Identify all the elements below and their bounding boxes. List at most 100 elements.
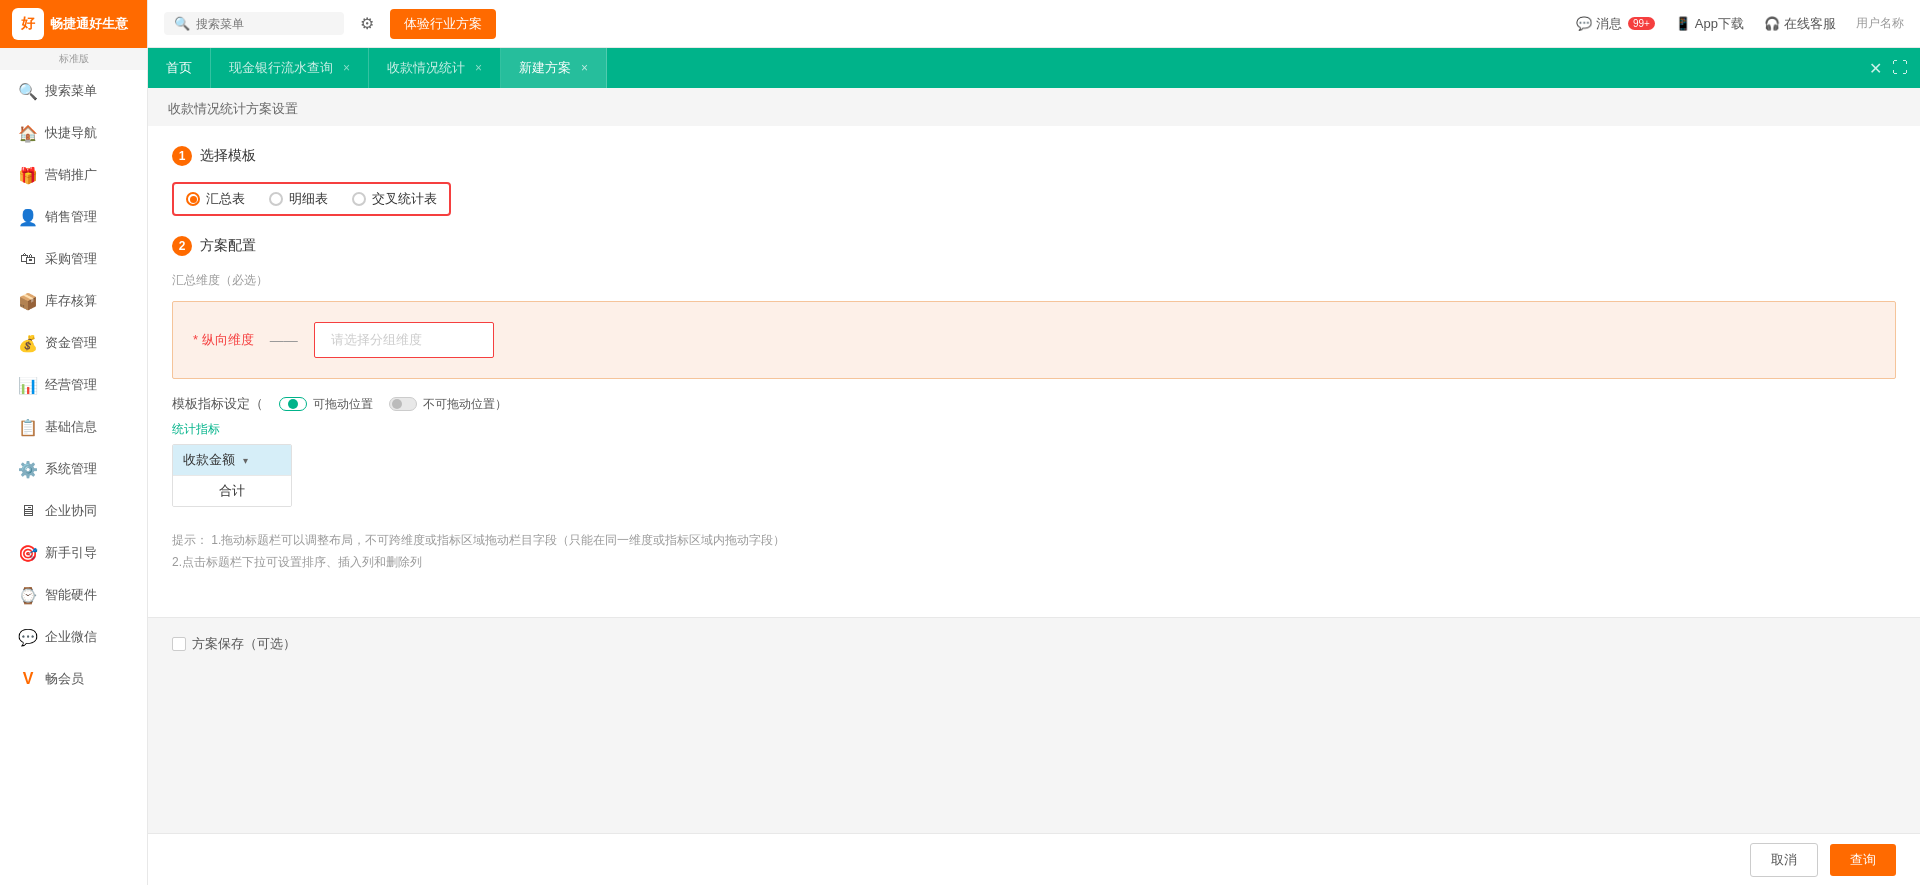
radio-summary[interactable]: [186, 192, 200, 206]
radio-cross[interactable]: [352, 192, 366, 206]
sidebar-item-search[interactable]: 🔍 搜索菜单: [0, 70, 147, 112]
metrics-table: 收款金额 ▾ 合计: [172, 444, 292, 507]
service-icon: 🎧: [1764, 16, 1780, 31]
tab-cashbank-close[interactable]: ×: [343, 61, 350, 75]
notification-label: 消息: [1596, 15, 1622, 33]
tab-cashbank[interactable]: 现金银行流水查询 ×: [211, 48, 369, 88]
dimension-title-label: 汇总维度（必选）: [172, 272, 1896, 289]
person-icon: 👤: [19, 208, 37, 226]
sidebar: 好 畅捷通好生意 标准版 🔍 搜索菜单 🏠 快捷导航 🎁 营销推广 👤 销售管理…: [0, 0, 148, 885]
gear-icon: ⚙️: [19, 460, 37, 478]
chart-icon: 📊: [19, 376, 37, 394]
form-container: 1 选择模板 汇总表 明细表 交叉统计表: [148, 126, 1920, 617]
radio-detail[interactable]: [269, 192, 283, 206]
tab-newplan-close[interactable]: ×: [581, 61, 588, 75]
trial-button[interactable]: 体验行业方案: [390, 9, 496, 39]
search-topbar-icon: 🔍: [174, 16, 190, 31]
online-service-button[interactable]: 🎧 在线客服: [1764, 15, 1836, 33]
legend-nondraggable: 不可拖动位置）: [389, 396, 507, 413]
metrics-body-cell: 合计: [173, 475, 291, 506]
bag-icon: 🛍: [19, 250, 37, 268]
sidebar-item-sysmgmt[interactable]: ⚙️ 系统管理: [0, 448, 147, 490]
metrics-body-text: 合计: [219, 483, 245, 498]
app-download-label: App下载: [1695, 15, 1744, 33]
sidebar-badge-label: 标准版: [0, 48, 147, 70]
nondraggable-icon: [389, 397, 417, 411]
app-download-button[interactable]: 📱 App下载: [1675, 15, 1744, 33]
draggable-icon: [279, 397, 307, 411]
metrics-legend: 模板指标设定（ 可拖动位置 不可拖动位置）: [172, 395, 1896, 413]
sidebar-item-member[interactable]: V 畅会员: [0, 658, 147, 700]
monitor-icon: 🖥: [19, 502, 37, 520]
tabbar-close-all[interactable]: ✕: [1869, 59, 1882, 78]
sidebar-item-sales[interactable]: 👤 销售管理: [0, 196, 147, 238]
tabbar: 首页 现金银行流水查询 × 收款情况统计 × 新建方案 × ✕ ⛶: [148, 48, 1920, 88]
tab-newplan[interactable]: 新建方案 ×: [501, 48, 607, 88]
tip1-text: 提示： 1.拖动标题栏可以调整布局，不可跨维度或指标区域拖动栏目字段（只能在同一…: [172, 530, 1896, 552]
template-option-summary[interactable]: 汇总表: [186, 190, 245, 208]
template-cross-label: 交叉统计表: [372, 190, 437, 208]
sidebar-item-label-quicknav: 快捷导航: [45, 124, 97, 142]
tab-receiptstats-close[interactable]: ×: [475, 61, 482, 75]
box-icon: 📦: [19, 292, 37, 310]
chevron-down-icon[interactable]: ▾: [243, 455, 248, 466]
section2-title: 2 方案配置: [172, 236, 1896, 256]
sidebar-item-quicknav[interactable]: 🏠 快捷导航: [0, 112, 147, 154]
metrics-section-label: 统计指标: [172, 421, 1896, 438]
tab-home-label: 首页: [166, 59, 192, 77]
sidebar-item-newbie[interactable]: 🎯 新手引导: [0, 532, 147, 574]
sidebar-item-marketing[interactable]: 🎁 营销推广: [0, 154, 147, 196]
section-planconfig: 2 方案配置 汇总维度（必选） * 纵向维度 —— 请选择分组维度: [172, 236, 1896, 581]
sidebar-item-finance[interactable]: 💰 资金管理: [0, 322, 147, 364]
sidebar-item-weixin[interactable]: 💬 企业微信: [0, 616, 147, 658]
section1-title: 1 选择模板: [172, 146, 1896, 166]
save-checkbox[interactable]: [172, 637, 186, 651]
tab-newplan-label: 新建方案: [519, 59, 571, 77]
vertical-dim-label: * 纵向维度: [193, 331, 254, 349]
sidebar-item-operations[interactable]: 📊 经营管理: [0, 364, 147, 406]
sidebar-item-label-finance: 资金管理: [45, 334, 97, 352]
tab-home[interactable]: 首页: [148, 48, 211, 88]
sidebar-item-label-newbie: 新手引导: [45, 544, 97, 562]
sidebar-item-label-weixin: 企业微信: [45, 628, 97, 646]
sidebar-item-label-operations: 经营管理: [45, 376, 97, 394]
sidebar-item-inventory[interactable]: 📦 库存核算: [0, 280, 147, 322]
sidebar-item-enterprise[interactable]: 🖥 企业协同: [0, 490, 147, 532]
metrics-label: 模板指标设定（: [172, 395, 263, 413]
query-button[interactable]: 查询: [1830, 844, 1896, 876]
search-box[interactable]: 🔍: [164, 12, 344, 35]
breadcrumb-text: 收款情况统计方案设置: [168, 101, 298, 116]
sidebar-item-basicinfo[interactable]: 📋 基础信息: [0, 406, 147, 448]
search-input[interactable]: [196, 17, 326, 31]
topbar-right: 💬 消息 99+ 📱 App下载 🎧 在线客服 用户名称: [1576, 15, 1904, 33]
user-name: 用户名称: [1856, 15, 1904, 32]
money-icon: 💰: [19, 334, 37, 352]
template-option-detail[interactable]: 明细表: [269, 190, 328, 208]
logo-icon: 好: [12, 8, 44, 40]
cancel-button[interactable]: 取消: [1750, 843, 1818, 877]
tip2-text: 2.点击标题栏下拉可设置排序、插入列和删除列: [172, 552, 1896, 574]
template-outline-box: 汇总表 明细表 交叉统计表: [172, 182, 451, 216]
page-content: 收款情况统计方案设置 1 选择模板 汇总表 明细表: [148, 88, 1920, 833]
tab-cashbank-label: 现金银行流水查询: [229, 59, 333, 77]
notification-button[interactable]: 💬 消息 99+: [1576, 15, 1655, 33]
section-template: 1 选择模板 汇总表 明细表 交叉统计表: [172, 146, 1896, 216]
sidebar-item-smarthw[interactable]: ⌚ 智能硬件: [0, 574, 147, 616]
gift-icon: 🎁: [19, 166, 37, 184]
home-icon: 🏠: [19, 124, 37, 142]
template-option-cross[interactable]: 交叉统计表: [352, 190, 437, 208]
step1-badge: 1: [172, 146, 192, 166]
metrics-header-cell[interactable]: 收款金额 ▾: [173, 445, 291, 475]
section2-label: 方案配置: [200, 237, 256, 255]
sidebar-item-purchase[interactable]: 🛍 采购管理: [0, 238, 147, 280]
online-service-label: 在线客服: [1784, 15, 1836, 33]
tabbar-expand[interactable]: ⛶: [1892, 59, 1908, 77]
list-icon: 📋: [19, 418, 37, 436]
template-summary-label: 汇总表: [206, 190, 245, 208]
dim-select-button[interactable]: 请选择分组维度: [314, 322, 494, 358]
settings-icon[interactable]: ⚙: [360, 14, 374, 33]
search-icon: 🔍: [19, 82, 37, 100]
save-checkbox-label[interactable]: 方案保存（可选）: [172, 635, 296, 653]
tab-receiptstats[interactable]: 收款情况统计 ×: [369, 48, 501, 88]
sidebar-item-label-enterprise: 企业协同: [45, 502, 97, 520]
